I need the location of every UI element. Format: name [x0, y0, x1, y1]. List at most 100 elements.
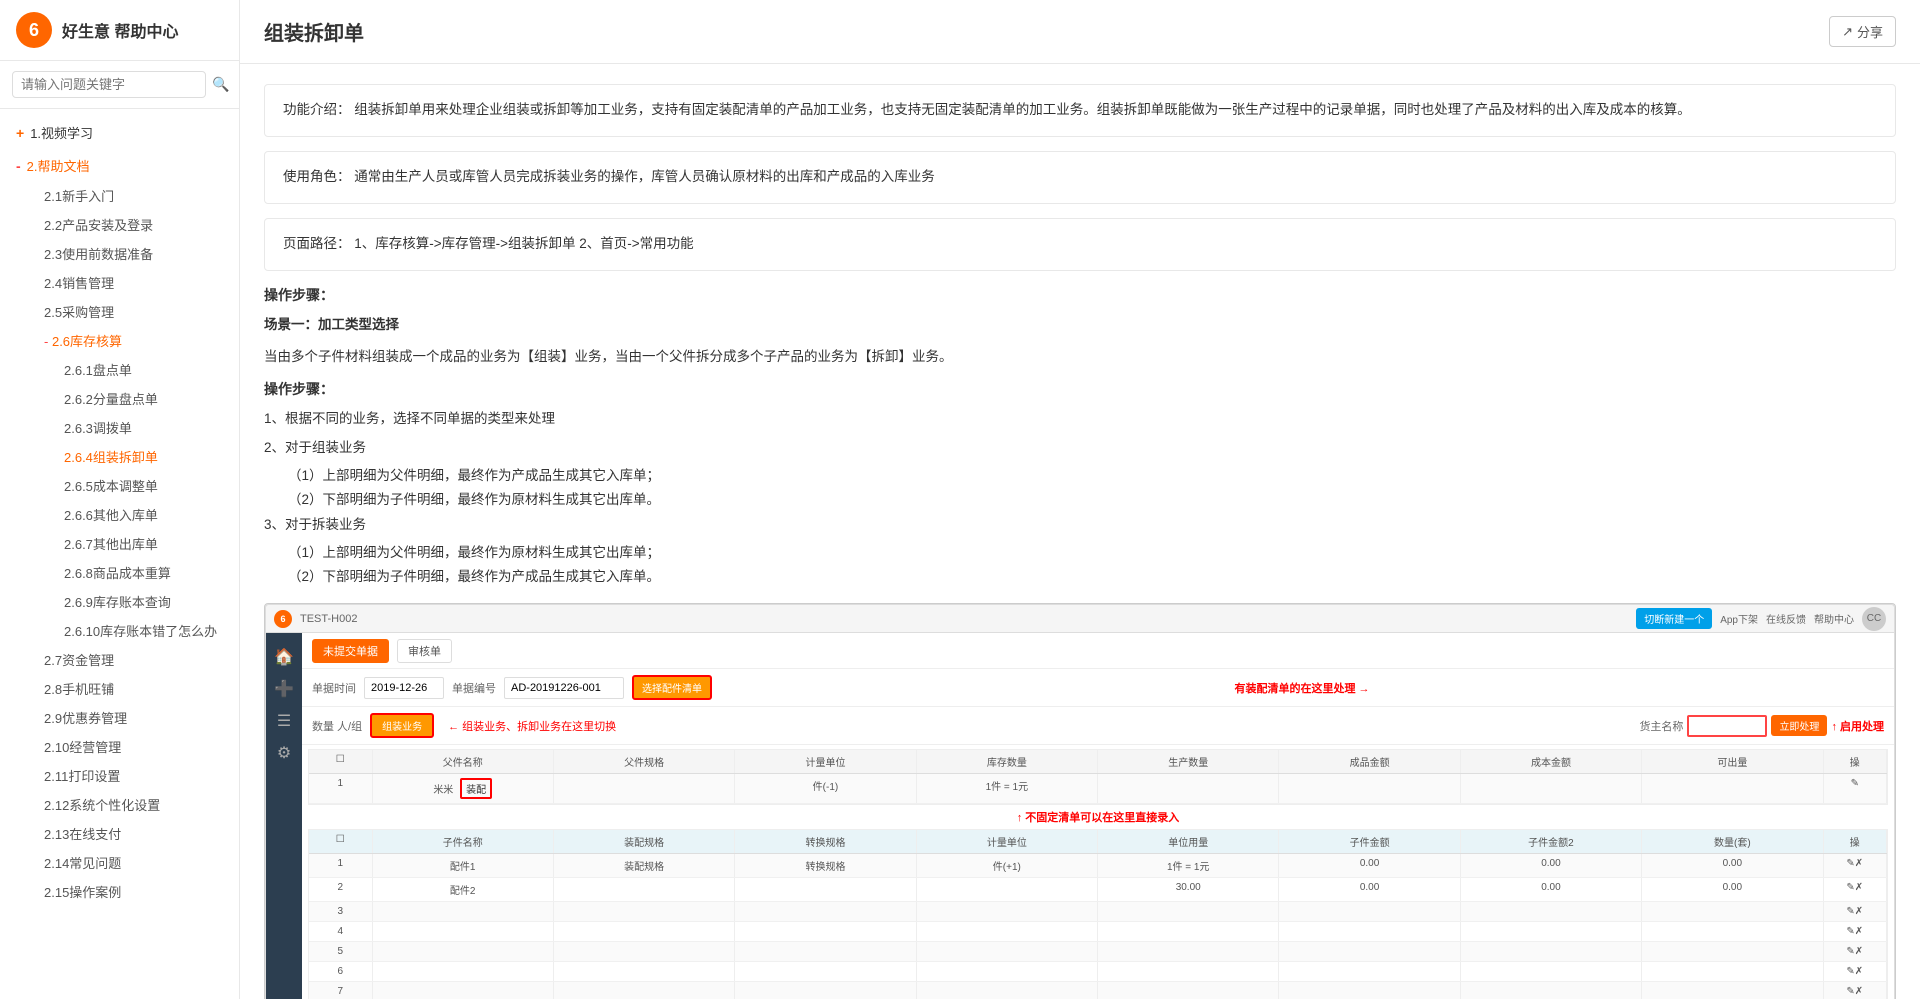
sidebar-item-2-9[interactable]: 2.9优惠券管理	[32, 703, 239, 732]
steps-title: 操作步骤：	[264, 285, 1896, 305]
toolbar-btn-add[interactable]: 未提交单据	[312, 639, 389, 663]
scene1-title: 场景一：加工类型选择	[264, 313, 1896, 337]
app-screenshot: 6 TEST-H002 切断新建一个 App下架 在线反馈 帮助中心 CC	[265, 604, 1895, 999]
sidebar-item-2-5[interactable]: 2.5采购管理	[32, 297, 239, 326]
annotation-text-3: ↑ 启用处理	[1831, 718, 1884, 734]
sidebar-item-2-8[interactable]: 2.8手机旺铺	[32, 674, 239, 703]
sub-table: ☐ 子件名称 装配规格 转换规格 计量单位 单位用量 子件金额 子件金额2 数量…	[308, 829, 1888, 999]
expand-icon: +	[16, 125, 24, 141]
home-nav-icon[interactable]: 🏠	[266, 641, 302, 673]
parent-table-header: ☐ 父件名称 父件规格 计量单位 库存数量 生产数量 成品金额 成本金额 可出量…	[309, 750, 1887, 774]
topbar-help: 帮助中心	[1814, 611, 1854, 626]
sidebar-item-2-6-7[interactable]: 2.6.7其他出库单	[52, 529, 239, 558]
topbar-new-btn[interactable]: 切断新建一个	[1636, 608, 1712, 629]
page-header: 组装拆卸单 ↗ 分享	[240, 0, 1920, 64]
code-label: 单据编号	[452, 680, 496, 696]
sidebar-item-2-11[interactable]: 2.11打印设置	[32, 761, 239, 790]
sidebar-item-2-2[interactable]: 2.2产品安装及登录	[32, 210, 239, 239]
share-icon: ↗	[1842, 24, 1853, 40]
sidebar-item-2-6[interactable]: - 2.6库存核算	[32, 326, 239, 355]
sidebar-item-2-6-6[interactable]: 2.6.6其他入库单	[52, 500, 239, 529]
nav-group-2: - 2.帮助文档 2.1新手入门 2.2产品安装及登录 2.3使用前数据准备 2…	[0, 150, 239, 906]
settings-nav-icon[interactable]: ⚙	[266, 737, 302, 769]
sidebar-item-2-4[interactable]: 2.4销售管理	[32, 268, 239, 297]
type-assembly-btn[interactable]: 组装业务	[370, 713, 434, 738]
sub-table-header: ☐ 子件名称 装配规格 转换规格 计量单位 单位用量 子件金额 子件金额2 数量…	[309, 830, 1887, 854]
share-button[interactable]: ↗ 分享	[1829, 16, 1896, 47]
sub-col-checkbox: ☐	[309, 830, 373, 853]
col-spec: 父件规格	[554, 750, 735, 773]
annotated-input[interactable]: 装配	[460, 778, 492, 799]
step-1: 1、根据不同的业务，选择不同单据的类型来处理	[264, 407, 1896, 431]
sidebar-item-2-13[interactable]: 2.13在线支付	[32, 819, 239, 848]
sidebar-item-2-15[interactable]: 2.15操作案例	[32, 877, 239, 906]
col-stock: 库存数量	[917, 750, 1098, 773]
date-input[interactable]	[364, 677, 444, 699]
main-content: 组装拆卸单 ↗ 分享 功能介绍： 组装拆卸单用来处理企业组装或拆卸等加工业务，支…	[240, 0, 1920, 999]
code-input[interactable]	[504, 677, 624, 699]
sidebar-subitems-2-6: 2.6.1盘点单 2.6.2分量盘点单 2.6.3调拨单 2.6.4组装拆卸单 …	[32, 355, 239, 645]
row1-name: 米米	[433, 785, 453, 796]
enable-label: 货主名称	[1639, 718, 1683, 734]
sidebar-item-2-6-label: 2.6库存核算	[52, 334, 122, 349]
app-title: 好生意 帮助中心	[62, 18, 178, 42]
search-button[interactable]: 🔍	[212, 76, 229, 93]
search-bar: 🔍	[0, 61, 239, 109]
sidebar-item-2-14[interactable]: 2.14常见问题	[32, 848, 239, 877]
sub-table-row-5: 5 ✎✗	[309, 942, 1887, 962]
confirm-btn[interactable]: 立即处理	[1771, 715, 1827, 736]
feature-intro-text: 功能介绍： 组装拆卸单用来处理企业组装或拆卸等加工业务，支持有固定装配清单的产品…	[283, 99, 1877, 122]
sidebar-item-label: 2.帮助文档	[27, 156, 90, 175]
collapse-icon: -	[16, 158, 21, 174]
sub-col-spec1: 装配规格	[554, 830, 735, 853]
sidebar-item-2-6-1[interactable]: 2.6.1盘点单	[52, 355, 239, 384]
sidebar-item-2-7[interactable]: 2.7资金管理	[32, 645, 239, 674]
sub-col-amt1: 子件金额	[1279, 830, 1460, 853]
sidebar-item-2-6-3[interactable]: 2.6.3调拨单	[52, 413, 239, 442]
page-title: 组装拆卸单	[264, 17, 364, 46]
app-topbar: 6 TEST-H002 切断新建一个 App下架 在线反馈 帮助中心 CC	[266, 605, 1894, 633]
sub-table-row-6: 6 ✎✗	[309, 962, 1887, 982]
path-label: 页面路径：	[283, 236, 351, 251]
sidebar-nav: + 1.视频学习 - 2.帮助文档 2.1新手入门 2.2产品安装及登录 2.3…	[0, 109, 239, 999]
sidebar-item-2-1[interactable]: 2.1新手入门	[32, 181, 239, 210]
col-name: 父件名称	[373, 750, 554, 773]
type-btn-group: 组装业务 ← 组装业务、拆卸业务在这里切换	[370, 713, 616, 738]
col-prod: 生产数量	[1098, 750, 1279, 773]
sidebar-item-2-3[interactable]: 2.3使用前数据准备	[32, 239, 239, 268]
sub-table-row-2: 2 配件2 30.00 0.00 0.00 0.00 ✎✗	[309, 878, 1887, 902]
sidebar-item-help-docs[interactable]: - 2.帮助文档	[0, 150, 239, 181]
col-amount: 成品金额	[1279, 750, 1460, 773]
sidebar-item-2-6-5[interactable]: 2.6.5成本调整单	[52, 471, 239, 500]
search-input[interactable]	[12, 71, 206, 98]
sub-table-row-3: 3 ✎✗	[309, 902, 1887, 922]
type-label: 数量 人/组	[312, 718, 362, 734]
enable-region: 货主名称 立即处理 ↑ 启用处理	[1639, 715, 1884, 737]
config-btn[interactable]: 选择配件清单	[632, 675, 712, 700]
list-nav-icon[interactable]: ☰	[266, 705, 302, 737]
sidebar-item-video[interactable]: + 1.视频学习	[0, 117, 239, 148]
path-content: 1、库存核算->库存管理->组装拆卸单 2、首页->常用功能	[354, 236, 693, 251]
collapse-icon-2-6: -	[44, 334, 48, 349]
sidebar-item-label: 1.视频学习	[30, 123, 93, 142]
sidebar-item-2-6-10[interactable]: 2.6.10库存账本错了怎么办	[52, 616, 239, 645]
share-label: 分享	[1857, 22, 1883, 41]
sub-col-qty: 单位用量	[1098, 830, 1279, 853]
sidebar-item-2-6-9[interactable]: 2.6.9库存账本查询	[52, 587, 239, 616]
annotation-text-1: 有装配清单的在这里处理 →	[720, 680, 1884, 696]
sidebar-item-2-12[interactable]: 2.12系统个性化设置	[32, 790, 239, 819]
step-2: 2、对于组装业务	[264, 436, 1896, 460]
parent-table: ☐ 父件名称 父件规格 计量单位 库存数量 生产数量 成品金额 成本金额 可出量…	[308, 749, 1888, 805]
sidebar-item-2-6-4[interactable]: 2.6.4组装拆卸单	[52, 442, 239, 471]
add-nav-icon[interactable]: ➕	[266, 673, 302, 705]
content-area: 功能介绍： 组装拆卸单用来处理企业组装或拆卸等加工业务，支持有固定装配清单的产品…	[240, 64, 1920, 999]
sidebar-item-2-6-2[interactable]: 2.6.2分量盘点单	[52, 384, 239, 413]
toolbar-btn-review[interactable]: 审核单	[397, 639, 452, 663]
sidebar-item-2-6-8[interactable]: 2.6.8商品成本重算	[52, 558, 239, 587]
topbar-appshop: App下架	[1720, 611, 1758, 626]
annotation-text-2: ← 组装业务、拆卸业务在这里切换	[448, 718, 616, 734]
sidebar-item-2-10[interactable]: 2.10经营管理	[32, 732, 239, 761]
owner-input[interactable]	[1687, 715, 1767, 737]
feature-intro-content: 组装拆卸单用来处理企业组装或拆卸等加工业务，支持有固定装配清单的产品加工业务，也…	[354, 102, 1691, 117]
step-3-sub2: （2）下部明细为子件明细，最终作为产成品生成其它入库单。	[264, 565, 1896, 589]
